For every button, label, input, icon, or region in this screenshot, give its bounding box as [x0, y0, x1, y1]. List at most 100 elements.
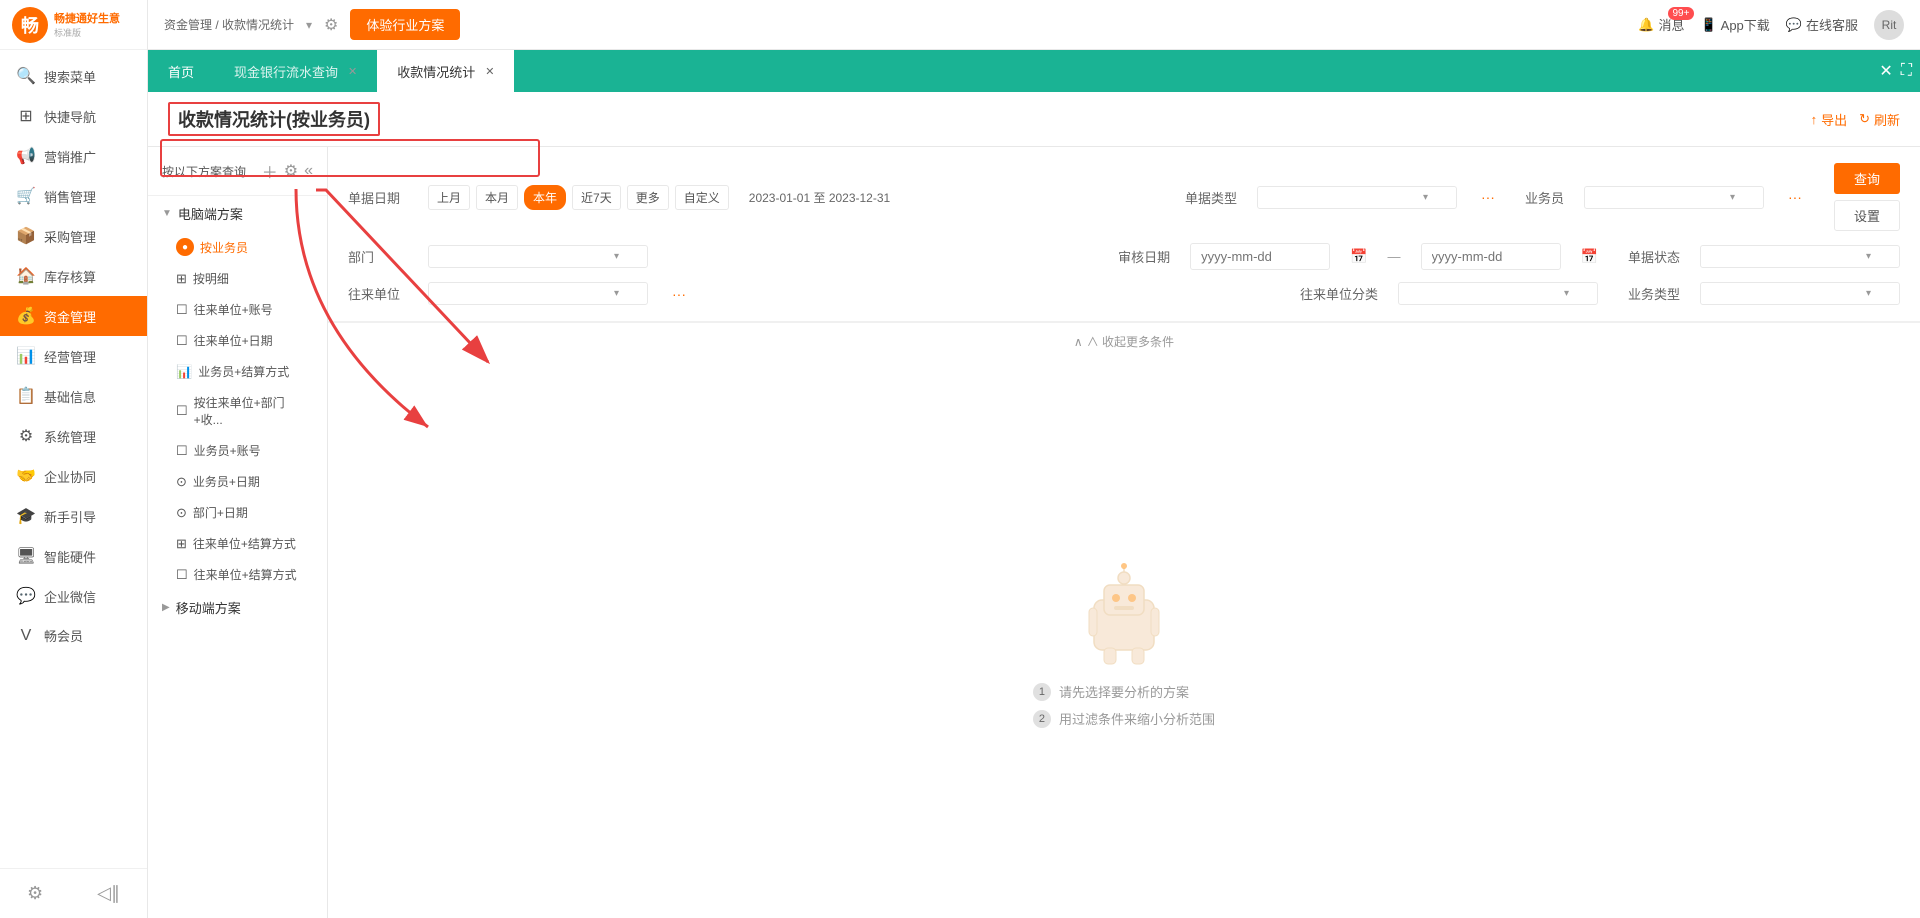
partner-select[interactable]: ▾ — [428, 282, 648, 305]
status-select[interactable]: ▾ — [1700, 245, 1900, 268]
business-type-label: 业务类型 — [1628, 284, 1680, 303]
scheme-item-partner-settle1[interactable]: ⊞ 往来单位+结算方式 — [148, 528, 327, 559]
dept-select[interactable]: ▾ — [428, 245, 648, 268]
user-avatar[interactable]: Rit — [1874, 10, 1904, 40]
notification-btn[interactable]: 🔔 消息 99+ — [1638, 15, 1684, 34]
app-download-btn[interactable]: 📱 App下载 — [1700, 15, 1769, 34]
scheme-item-partner-dept[interactable]: ☐ 按往来单位+部门+收... — [148, 387, 327, 435]
sidebar-item-member[interactable]: V 畅会员 — [0, 616, 147, 655]
cta-button[interactable]: 体验行业方案 — [350, 9, 460, 40]
scheme-settings-btn[interactable]: ⚙ — [284, 161, 298, 181]
more-date-btn[interactable]: 更多 — [627, 185, 669, 210]
partner-more-btn[interactable]: ··· — [672, 286, 686, 302]
scheme-item-partner-date[interactable]: ☐ 往来单位+日期 — [148, 325, 327, 356]
this-month-btn[interactable]: 本月 — [476, 185, 518, 210]
tab-stats[interactable]: 收款情况统计 ✕ — [377, 50, 514, 92]
sidebar-item-finance[interactable]: 💰 资金管理 — [0, 296, 147, 336]
breadcrumb: 资金管理 / 收款情况统计 — [164, 16, 294, 33]
scheme-header-actions: ＋ ⚙ « — [262, 159, 313, 183]
chat-icon: 💬 — [1786, 17, 1802, 33]
scheme-item-sales-account[interactable]: ☐ 业务员+账号 — [148, 435, 327, 466]
partner-label: 往来单位 — [348, 284, 408, 303]
settings-btn[interactable]: 设置 — [1834, 200, 1900, 231]
business-type-select[interactable]: ▾ — [1700, 282, 1900, 305]
right-panel: 单据日期 上月 本月 本年 近7天 更多 自定义 2023-01-01 至 20… — [328, 147, 1920, 918]
sidebar-item-hardware[interactable]: 🖥 智能硬件 — [0, 536, 147, 576]
page-actions: ↑ 导出 ↻ 刷新 — [1811, 110, 1900, 129]
custom-date-btn[interactable]: 自定义 — [675, 185, 729, 210]
tab-home[interactable]: 首页 — [148, 50, 214, 92]
sidebar-item-basic[interactable]: 📋 基础信息 — [0, 376, 147, 416]
refresh-btn[interactable]: ↻ 刷新 — [1859, 110, 1900, 129]
audit-to-input[interactable] — [1421, 243, 1561, 270]
logo-text: 畅捷通好生意 标准版 — [54, 10, 120, 39]
export-btn[interactable]: ↑ 导出 — [1811, 110, 1848, 129]
sidebar-item-marketing[interactable]: 📢 营销推广 — [0, 136, 147, 176]
tab-bank[interactable]: 现金银行流水查询 ✕ — [214, 50, 377, 92]
sidebar-collapse-btn[interactable]: ◁∥ — [89, 879, 128, 908]
sidebar-item-purchase[interactable]: 📦 采购管理 — [0, 216, 147, 256]
prev-month-btn[interactable]: 上月 — [428, 185, 470, 210]
collapse-icon: ∧ — [1074, 335, 1083, 349]
sidebar-item-search[interactable]: 🔍 搜索菜单 — [0, 56, 147, 96]
tab-stats-close[interactable]: ✕ — [485, 65, 494, 78]
scheme-item-salesperson[interactable]: ● 按业务员 — [148, 231, 327, 263]
sidebar-item-quicknav[interactable]: ⊞ 快捷导航 — [0, 96, 147, 136]
detail-icon: ⊞ — [176, 271, 187, 287]
type-select[interactable]: ▾ — [1257, 186, 1457, 209]
sidebar: 畅 畅捷通好生意 标准版 🔍 搜索菜单 ⊞ 快捷导航 📢 营销推广 🛒 销售管理… — [0, 0, 148, 918]
sidebar-item-wechat[interactable]: 💬 企业微信 — [0, 576, 147, 616]
refresh-icon: ↻ — [1859, 111, 1870, 127]
cooperation-icon: 🤝 — [16, 466, 36, 486]
scheme-item-partner-account[interactable]: ☐ 往来单位+账号 — [148, 294, 327, 325]
sidebar-item-operations[interactable]: 📊 经营管理 — [0, 336, 147, 376]
dropdown-icon[interactable]: ▾ — [306, 18, 312, 32]
header-right: 🔔 消息 99+ 📱 App下载 💬 在线客服 Rit — [1638, 10, 1904, 40]
audit-to-cal-icon[interactable]: 📅 — [1581, 248, 1598, 265]
collapse-bar[interactable]: ∧ ∧ 收起更多条件 — [328, 322, 1920, 360]
sidebar-item-system[interactable]: ⚙ 系统管理 — [0, 416, 147, 456]
partner-select-arrow: ▾ — [614, 288, 619, 299]
header-gear-icon[interactable]: ⚙ — [324, 15, 338, 35]
filter-dates: 上月 本月 本年 近7天 更多 自定义 — [428, 185, 729, 210]
salesperson-select[interactable]: ▾ — [1584, 186, 1764, 209]
tip-num-2: 2 — [1033, 710, 1051, 728]
sidebar-item-newguide[interactable]: 🎓 新手引导 — [0, 496, 147, 536]
scheme-item-partner-settle2[interactable]: ☐ 往来单位+结算方式 — [148, 559, 327, 590]
empty-tips: 1 请先选择要分析的方案 2 用过滤条件来缩小分析范围 — [1033, 682, 1215, 728]
sidebar-item-inventory[interactable]: 🏠 库存核算 — [0, 256, 147, 296]
query-buttons: 查询 设置 — [1834, 163, 1900, 231]
quicknav-icon: ⊞ — [16, 106, 36, 126]
scheme-group-mobile-title[interactable]: ▶ 移动端方案 — [148, 590, 327, 625]
scheme-item-sales-settlement[interactable]: 📊 业务员+结算方式 — [148, 356, 327, 387]
phone-icon: 📱 — [1700, 17, 1716, 33]
empty-tip-1: 1 请先选择要分析的方案 — [1033, 682, 1215, 701]
this-year-btn[interactable]: 本年 — [524, 185, 566, 210]
tab-bank-close[interactable]: ✕ — [348, 65, 357, 78]
scheme-item-detail[interactable]: ⊞ 按明细 — [148, 263, 327, 294]
online-service-btn[interactable]: 💬 在线客服 — [1786, 15, 1858, 34]
operations-icon: 📊 — [16, 346, 36, 366]
audit-from-input[interactable] — [1190, 243, 1330, 270]
expand-icon[interactable]: ⛶ — [1901, 62, 1912, 80]
scheme-group-pc-title[interactable]: ▼ 电脑端方案 — [148, 196, 327, 231]
scheme-add-btn[interactable]: ＋ — [262, 159, 278, 183]
sidebar-item-cooperation[interactable]: 🤝 企业协同 — [0, 456, 147, 496]
partner-type-label: 往来单位分类 — [1300, 284, 1378, 303]
audit-from-cal-icon[interactable]: 📅 — [1350, 248, 1367, 265]
partner-settle2-icon: ☐ — [176, 567, 188, 583]
sidebar-settings-btn[interactable]: ⚙ — [19, 879, 51, 908]
type-more-btn[interactable]: ··· — [1481, 189, 1495, 205]
salesperson-more-btn[interactable]: ··· — [1788, 189, 1802, 205]
scheme-item-dept-date[interactable]: ⊙ 部门+日期 — [148, 497, 327, 528]
top-header: 资金管理 / 收款情况统计 ▾ ⚙ 体验行业方案 🔔 消息 99+ 📱 App下… — [148, 0, 1920, 50]
close-all-icon[interactable]: ✕ — [1879, 61, 1892, 81]
query-btn[interactable]: 查询 — [1834, 163, 1900, 194]
sales-account-icon: ☐ — [176, 443, 188, 459]
scheme-collapse-btn[interactable]: « — [304, 162, 313, 180]
scheme-item-sales-date[interactable]: ⊙ 业务员+日期 — [148, 466, 327, 497]
sidebar-item-sales[interactable]: 🛒 销售管理 — [0, 176, 147, 216]
partner-type-select[interactable]: ▾ — [1398, 282, 1598, 305]
wechat-icon: 💬 — [16, 586, 36, 606]
last7-btn[interactable]: 近7天 — [572, 185, 621, 210]
